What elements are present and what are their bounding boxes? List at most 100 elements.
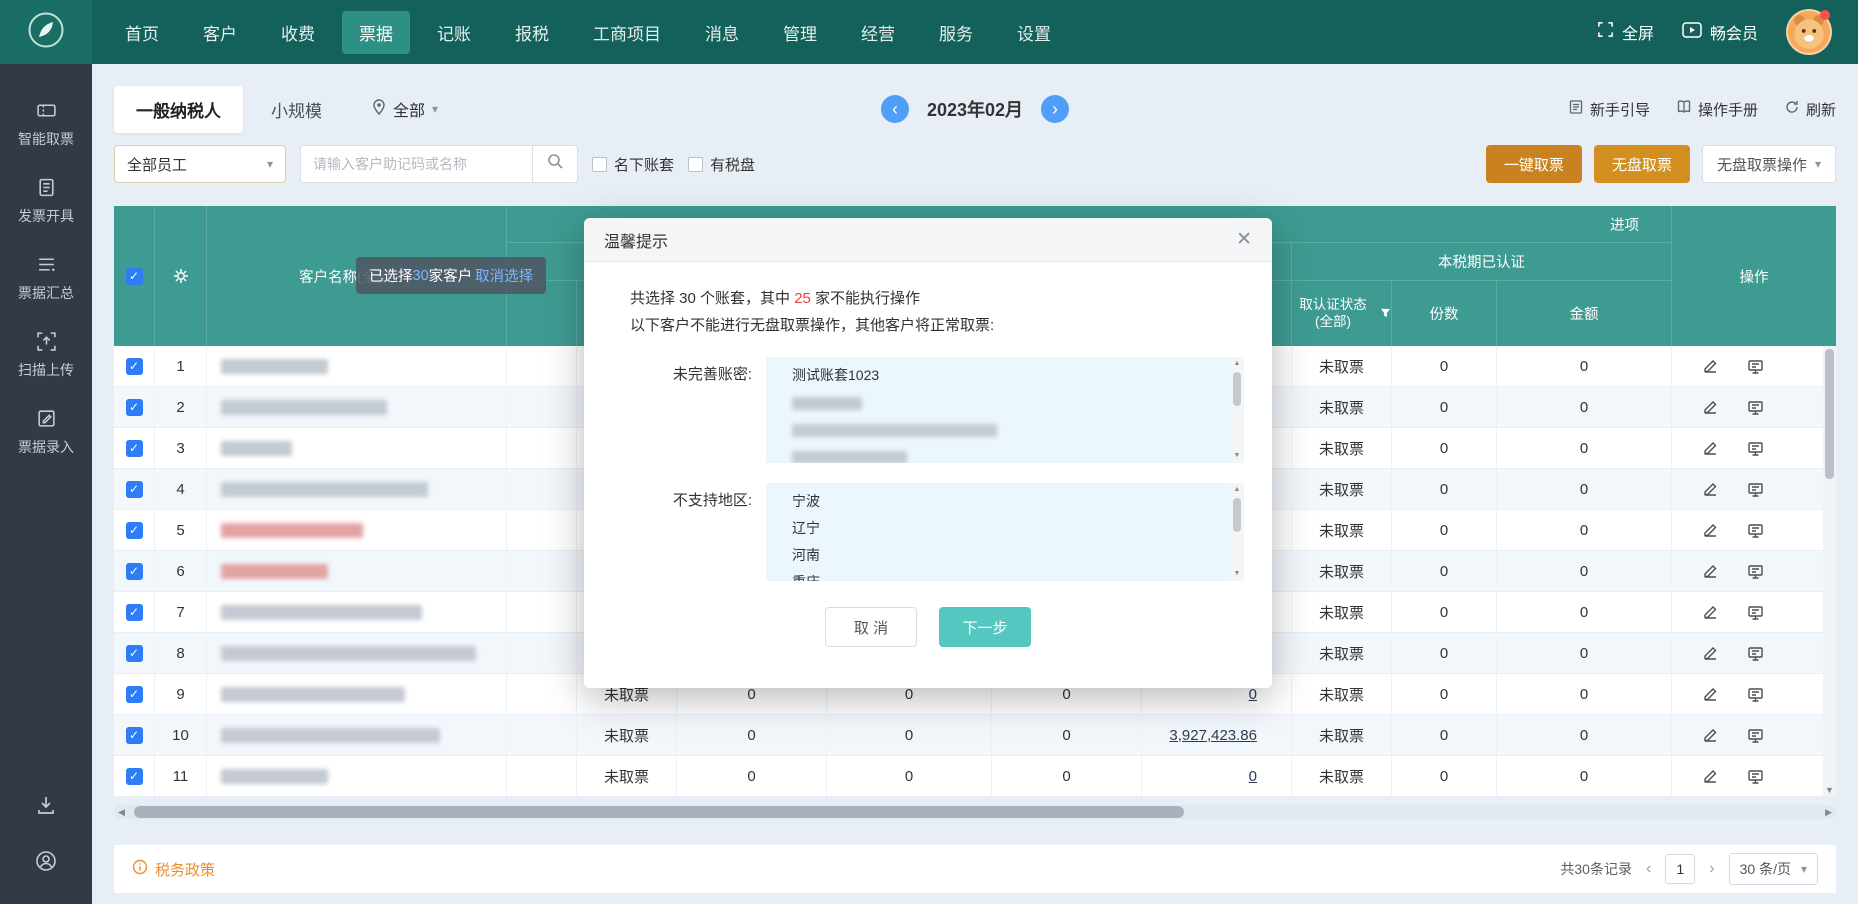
support-icon[interactable] (34, 849, 58, 878)
select-all-checkbox[interactable]: ✓ (125, 267, 143, 285)
search-button[interactable] (532, 145, 578, 183)
row-checkbox[interactable]: ✓ (125, 521, 143, 539)
nav-item-设置[interactable]: 设置 (1000, 11, 1068, 54)
page-size-select[interactable]: 30 条/页 ▾ (1728, 853, 1818, 885)
row-checkbox[interactable]: ✓ (125, 562, 143, 580)
customer-name-cell[interactable] (206, 674, 506, 715)
tab-一般纳税人[interactable]: 一般纳税人 (114, 85, 243, 133)
own-ledger-checkbox[interactable]: 名下账套 (592, 154, 674, 175)
row-checkbox[interactable]: ✓ (125, 398, 143, 416)
customer-name-cell[interactable] (206, 592, 506, 633)
invoice-button[interactable] (1747, 481, 1764, 498)
row-checkbox[interactable]: ✓ (125, 726, 143, 744)
next-month-button[interactable]: › (1041, 95, 1070, 123)
scroll-down-arrow-icon[interactable]: ▼ (1234, 450, 1241, 462)
nav-item-首页[interactable]: 首页 (108, 11, 176, 54)
nav-item-工商项目[interactable]: 工商项目 (576, 11, 678, 54)
cancel-button[interactable]: 取 消 (825, 607, 917, 647)
edit-button[interactable] (1702, 481, 1719, 498)
row-checkbox[interactable]: ✓ (125, 644, 143, 662)
diskless-fetch-ops-dropdown[interactable]: 无盘取票操作 ▾ (1701, 145, 1836, 183)
prev-page-button[interactable]: ‹ (1646, 860, 1651, 878)
employee-select[interactable]: 全部员工 ▾ (114, 145, 286, 183)
invoice-button[interactable] (1747, 399, 1764, 416)
invoice-button[interactable] (1747, 686, 1764, 703)
nav-item-报税[interactable]: 报税 (498, 11, 566, 54)
toolbar-link-操作手册[interactable]: 操作手册 (1676, 99, 1758, 120)
amount-link[interactable]: 0 (1249, 768, 1257, 785)
toolbar-link-刷新[interactable]: 刷新 (1784, 99, 1836, 120)
list-scrollbar-thumb[interactable] (1233, 372, 1241, 406)
row-checkbox[interactable]: ✓ (125, 439, 143, 457)
row-checkbox[interactable]: ✓ (125, 603, 143, 621)
scroll-down-arrow-icon[interactable]: ▼ (1825, 785, 1834, 797)
scroll-right-arrow-icon[interactable]: ▶ (1825, 805, 1832, 819)
row-checkbox[interactable]: ✓ (125, 685, 143, 703)
tax-policy-link[interactable]: 税务政策 (132, 859, 215, 880)
user-avatar[interactable] (1786, 9, 1832, 55)
invoice-button[interactable] (1747, 522, 1764, 539)
search-input[interactable] (300, 145, 532, 183)
prev-month-button[interactable]: ‹ (880, 95, 909, 123)
column-settings-gear-icon[interactable] (154, 206, 206, 346)
list-scrollbar-thumb[interactable] (1233, 498, 1241, 532)
sidebar-item-entry[interactable]: 票据录入 (0, 394, 92, 471)
customer-name-cell[interactable] (206, 510, 506, 551)
edit-button[interactable] (1702, 645, 1719, 662)
edit-button[interactable] (1702, 399, 1719, 416)
scroll-down-arrow-icon[interactable]: ▼ (1234, 568, 1241, 580)
member-button[interactable]: 畅会员 (1682, 20, 1758, 44)
row-checkbox[interactable]: ✓ (125, 480, 143, 498)
nav-item-管理[interactable]: 管理 (766, 11, 834, 54)
nav-item-票据[interactable]: 票据 (342, 10, 410, 54)
vertical-scrollbar-thumb[interactable] (1825, 349, 1834, 479)
one-click-fetch-button[interactable]: 一键取票 (1485, 145, 1582, 183)
customer-name-cell[interactable] (206, 715, 506, 756)
nav-item-消息[interactable]: 消息 (688, 11, 756, 54)
horizontal-scrollbar[interactable]: ◀ ▶ (114, 805, 1836, 819)
invoice-button[interactable] (1747, 440, 1764, 457)
list-scrollbar[interactable]: ▲ ▼ (1231, 484, 1243, 580)
invoice-button[interactable] (1747, 358, 1764, 375)
customer-name-cell[interactable] (206, 633, 506, 674)
invoice-button[interactable] (1747, 645, 1764, 662)
customer-name-cell[interactable] (206, 756, 506, 797)
customer-name-cell[interactable] (206, 469, 506, 510)
scroll-up-arrow-icon[interactable]: ▲ (1234, 358, 1241, 370)
has-tax-disk-checkbox[interactable]: 有税盘 (688, 154, 755, 175)
incomplete-credentials-list[interactable]: ▲ ▼ 测试账套1023 (766, 357, 1244, 463)
nav-item-记账[interactable]: 记账 (420, 11, 488, 54)
next-step-button[interactable]: 下一步 (939, 607, 1031, 647)
customer-name-cell[interactable] (206, 428, 506, 469)
edit-button[interactable] (1702, 358, 1719, 375)
invoice-button[interactable] (1747, 604, 1764, 621)
row-checkbox[interactable]: ✓ (125, 767, 143, 785)
customer-name-cell[interactable] (206, 551, 506, 592)
edit-button[interactable] (1702, 563, 1719, 580)
amount-link[interactable]: 3,927,423.86 (1169, 727, 1257, 744)
nav-item-经营[interactable]: 经营 (844, 11, 912, 54)
nav-item-客户[interactable]: 客户 (186, 11, 254, 54)
unsupported-region-list[interactable]: ▲ ▼ 宁波辽宁河南重庆 (766, 483, 1244, 581)
sidebar-item-invoice[interactable]: 发票开具 (0, 163, 92, 240)
tab-小规模[interactable]: 小规模 (249, 86, 344, 133)
customer-name-cell[interactable] (206, 346, 506, 387)
row-checkbox[interactable]: ✓ (125, 357, 143, 375)
scroll-left-arrow-icon[interactable]: ◀ (118, 805, 125, 819)
diskless-fetch-button[interactable]: 无盘取票 (1593, 145, 1690, 183)
invoice-button[interactable] (1747, 768, 1764, 785)
edit-button[interactable] (1702, 768, 1719, 785)
customer-name-cell[interactable] (206, 387, 506, 428)
edit-button[interactable] (1702, 686, 1719, 703)
amount-link[interactable]: 0 (1249, 686, 1257, 703)
sidebar-item-scan[interactable]: 扫描上传 (0, 317, 92, 394)
invoice-button[interactable] (1747, 563, 1764, 580)
cancel-selection-link[interactable]: 取消选择 (475, 265, 533, 286)
nav-item-服务[interactable]: 服务 (922, 11, 990, 54)
region-filter-dropdown[interactable]: 全部 ▾ (372, 97, 438, 121)
edit-button[interactable] (1702, 727, 1719, 744)
download-icon[interactable] (35, 794, 57, 821)
toolbar-link-新手引导[interactable]: 新手引导 (1568, 99, 1650, 120)
horizontal-scrollbar-thumb[interactable] (134, 806, 1185, 818)
fullscreen-button[interactable]: 全屏 (1597, 20, 1654, 44)
